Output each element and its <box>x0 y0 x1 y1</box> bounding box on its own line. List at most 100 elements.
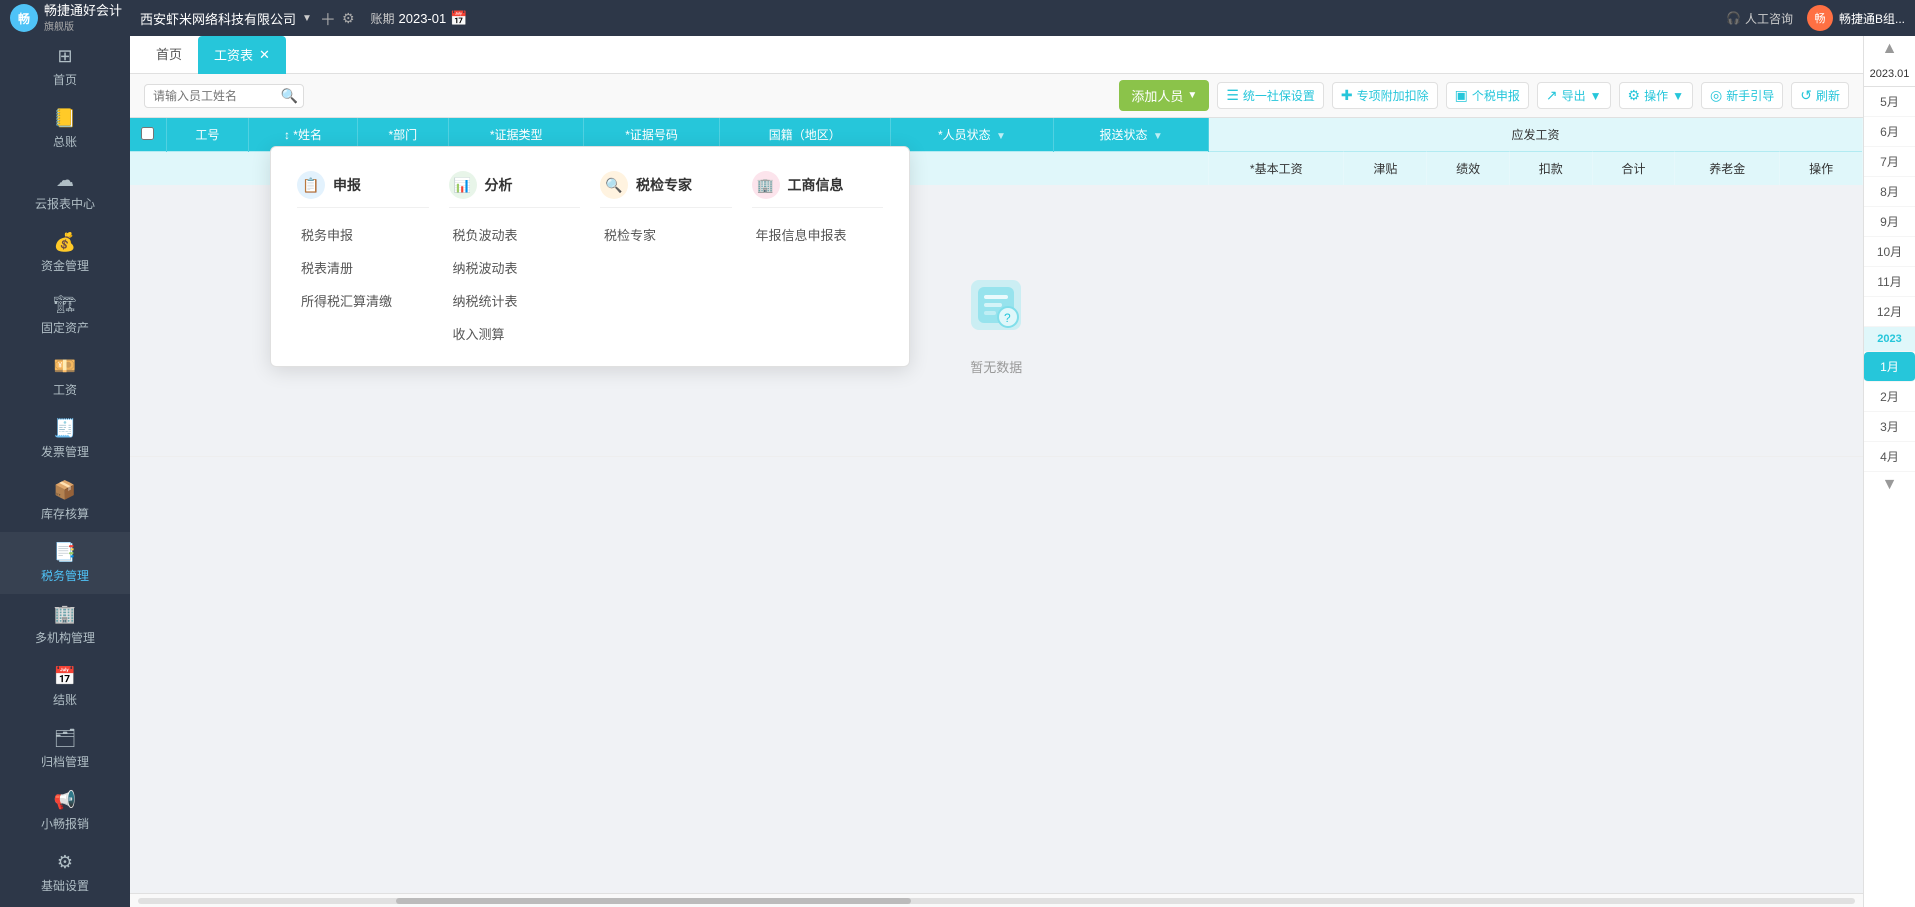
time-month-10[interactable]: 10月 <box>1864 237 1915 267</box>
sidebar-item-fund[interactable]: 💰 资金管理 <box>0 222 130 284</box>
tab-bar: 首页 工资表 ✕ <box>130 36 1863 74</box>
col-group-header: 应发工资 <box>1209 118 1863 152</box>
settings-icon[interactable]: ⚙ <box>342 10 355 27</box>
tax-expert-icon: 🔍 <box>600 171 628 199</box>
calendar-icon[interactable]: 📅 <box>450 10 467 27</box>
sidebar-item-home[interactable]: ⊞ 首页 <box>0 36 130 98</box>
tab-close-icon[interactable]: ✕ <box>259 47 270 63</box>
search-icon[interactable]: 🔍 <box>281 87 298 104</box>
top-bar: 畅 畅捷通好会计 旗舰版 西安虾米网络科技有限公司 ▼ ＋ ⚙ 账期 2023-… <box>0 0 1915 36</box>
dropdown-col-fenxi: 📊 分析 税负波动表 纳税波动表 纳税统计表 收入测算 <box>439 163 591 350</box>
sidebar-item-tax[interactable]: 📑 税务管理 <box>0 532 130 594</box>
empty-text: 暂无数据 <box>970 357 1022 376</box>
dropdown-item-tax-burden[interactable]: 税负波动表 <box>449 218 581 251</box>
time-month-3[interactable]: 3月 <box>1864 412 1915 442</box>
col-base-salary: *基本工资 <box>1209 152 1344 186</box>
report-filter-icon[interactable]: ▼ <box>1153 131 1163 142</box>
period-value: 2023-01 <box>399 11 447 26</box>
logo-icon: 畅 <box>10 4 38 32</box>
add-person-button[interactable]: 添加人员 ▼ <box>1119 80 1209 111</box>
dropdown-item-tax-stats[interactable]: 纳税统计表 <box>449 284 581 317</box>
col-total: 合计 <box>1592 152 1675 186</box>
special-deduction-icon: ✚ <box>1341 87 1353 104</box>
company-name: 西安虾米网络科技有限公司 <box>140 9 296 28</box>
sidebar-item-invoice[interactable]: 🧾 发票管理 <box>0 408 130 470</box>
service-button[interactable]: 🎧 人工咨询 <box>1726 10 1793 27</box>
operate-button[interactable]: ⚙ 操作 ▼ <box>1619 82 1693 109</box>
dropdown-item-tax-table[interactable]: 税表清册 <box>297 251 429 284</box>
col-operation: 操作 <box>1780 152 1863 186</box>
time-month-4[interactable]: 4月 <box>1864 442 1915 472</box>
select-all-checkbox[interactable] <box>141 127 154 140</box>
time-panel-down-button[interactable]: ▼ <box>1864 472 1915 498</box>
inventory-icon: 📦 <box>54 480 76 501</box>
col-id: 工号 <box>166 118 249 152</box>
operate-dropdown-icon: ▼ <box>1672 89 1684 103</box>
assets-icon: 🏗 <box>54 294 77 315</box>
app-logo: 畅 畅捷通好会计 旗舰版 <box>10 3 130 34</box>
status-filter-icon[interactable]: ▼ <box>996 131 1006 142</box>
sidebar-item-archive[interactable]: 🗂 归档管理 <box>0 718 130 780</box>
main-layout: ⊞ 首页 📒 总账 ☁ 云报表中心 💰 资金管理 🏗 固定资产 💴 工资 🧾 发… <box>0 36 1915 907</box>
sidebar-item-ledger[interactable]: 📒 总账 <box>0 98 130 160</box>
sidebar-item-multi-org[interactable]: 🏢 多机构管理 <box>0 594 130 656</box>
home-icon: ⊞ <box>57 46 72 67</box>
multi-org-icon: 🏢 <box>54 604 76 625</box>
time-month-12[interactable]: 12月 <box>1864 297 1915 327</box>
time-month-9[interactable]: 9月 <box>1864 207 1915 237</box>
time-month-11[interactable]: 11月 <box>1864 267 1915 297</box>
special-deduction-button[interactable]: ✚ 专项附加扣除 <box>1332 82 1438 109</box>
dropdown-item-tax-report[interactable]: 税务申报 <box>297 218 429 251</box>
tab-home[interactable]: 首页 <box>140 36 198 74</box>
dropdown-header-fenxi: 📊 分析 <box>449 163 581 208</box>
time-month-6[interactable]: 6月 <box>1864 117 1915 147</box>
col-checkbox[interactable] <box>130 118 166 152</box>
col-allowance: 津贴 <box>1344 152 1427 186</box>
col-status: *人员状态 ▼ <box>890 118 1053 152</box>
scrollbar-thumb[interactable] <box>396 898 911 904</box>
dropdown-item-tax-fluctuation[interactable]: 纳税波动表 <box>449 251 581 284</box>
time-month-2[interactable]: 2月 <box>1864 382 1915 412</box>
tax-return-button[interactable]: ▣ 个税申报 <box>1446 82 1529 109</box>
sidebar-item-marketing[interactable]: 📢 小畅报销 <box>0 780 130 842</box>
sidebar-item-close[interactable]: 📅 结账 <box>0 656 130 718</box>
sidebar-item-cloud-report[interactable]: ☁ 云报表中心 <box>0 160 130 222</box>
horizontal-scrollbar[interactable] <box>130 893 1863 907</box>
dropdown-item-annual-report[interactable]: 年报信息申报表 <box>752 218 884 251</box>
time-month-5[interactable]: 5月 <box>1864 87 1915 117</box>
invoice-icon: 🧾 <box>54 418 76 439</box>
col-pension: 养老金 <box>1675 152 1780 186</box>
app-title: 畅捷通好会计 <box>44 3 122 19</box>
dropdown-col-shenb: 📋 申报 税务申报 税表清册 所得税汇算清缴 <box>287 163 439 350</box>
sidebar-item-salary[interactable]: 💴 工资 <box>0 346 130 408</box>
time-month-8[interactable]: 8月 <box>1864 177 1915 207</box>
time-year-2023: 2023 <box>1864 327 1915 352</box>
dropdown-item-tax-expert[interactable]: 税检专家 <box>600 218 732 251</box>
search-wrap: 🔍 <box>144 84 304 108</box>
sidebar-item-basic[interactable]: ⚙ 基础设置 <box>0 842 130 904</box>
sidebar-item-assets[interactable]: 🏗 固定资产 <box>0 284 130 346</box>
top-bar-right: 🎧 人工咨询 畅 畅捷通B组... <box>1726 5 1905 31</box>
dropdown-item-income-estimate[interactable]: 收入测算 <box>449 317 581 350</box>
time-panel-up-button[interactable]: ▲ <box>1864 36 1915 62</box>
company-selector[interactable]: 西安虾米网络科技有限公司 ▼ <box>140 9 312 28</box>
time-month-7[interactable]: 7月 <box>1864 147 1915 177</box>
time-month-1[interactable]: 1月 <box>1864 352 1915 382</box>
dropdown-item-income-tax-settle[interactable]: 所得税汇算清缴 <box>297 284 429 317</box>
sidebar-item-inventory[interactable]: 📦 库存核算 <box>0 470 130 532</box>
ledger-icon: 📒 <box>54 108 76 129</box>
cloud-icon: ☁ <box>56 170 74 191</box>
export-button[interactable]: ↗ 导出 ▼ <box>1537 82 1611 109</box>
fund-icon: 💰 <box>54 232 76 253</box>
add-company-icon[interactable]: ＋ <box>320 6 336 30</box>
guide-toolbar-icon: ◎ <box>1710 87 1722 104</box>
dropdown-menu: 📋 申报 税务申报 税表清册 所得税汇算清缴 📊 分析 税负波动表 纳税波动表 … <box>270 146 910 367</box>
guide-button[interactable]: ◎ 新手引导 <box>1701 82 1783 109</box>
user-button[interactable]: 畅 畅捷通B组... <box>1807 5 1905 31</box>
scrollbar-track <box>138 898 1855 904</box>
refresh-button[interactable]: ↺ 刷新 <box>1791 82 1849 109</box>
social-security-button[interactable]: ☰ 统一社保设置 <box>1217 82 1324 109</box>
app-edition: 旗舰版 <box>44 18 122 33</box>
tax-return-icon: ▣ <box>1455 87 1468 104</box>
tab-payroll[interactable]: 工资表 ✕ <box>198 36 286 74</box>
